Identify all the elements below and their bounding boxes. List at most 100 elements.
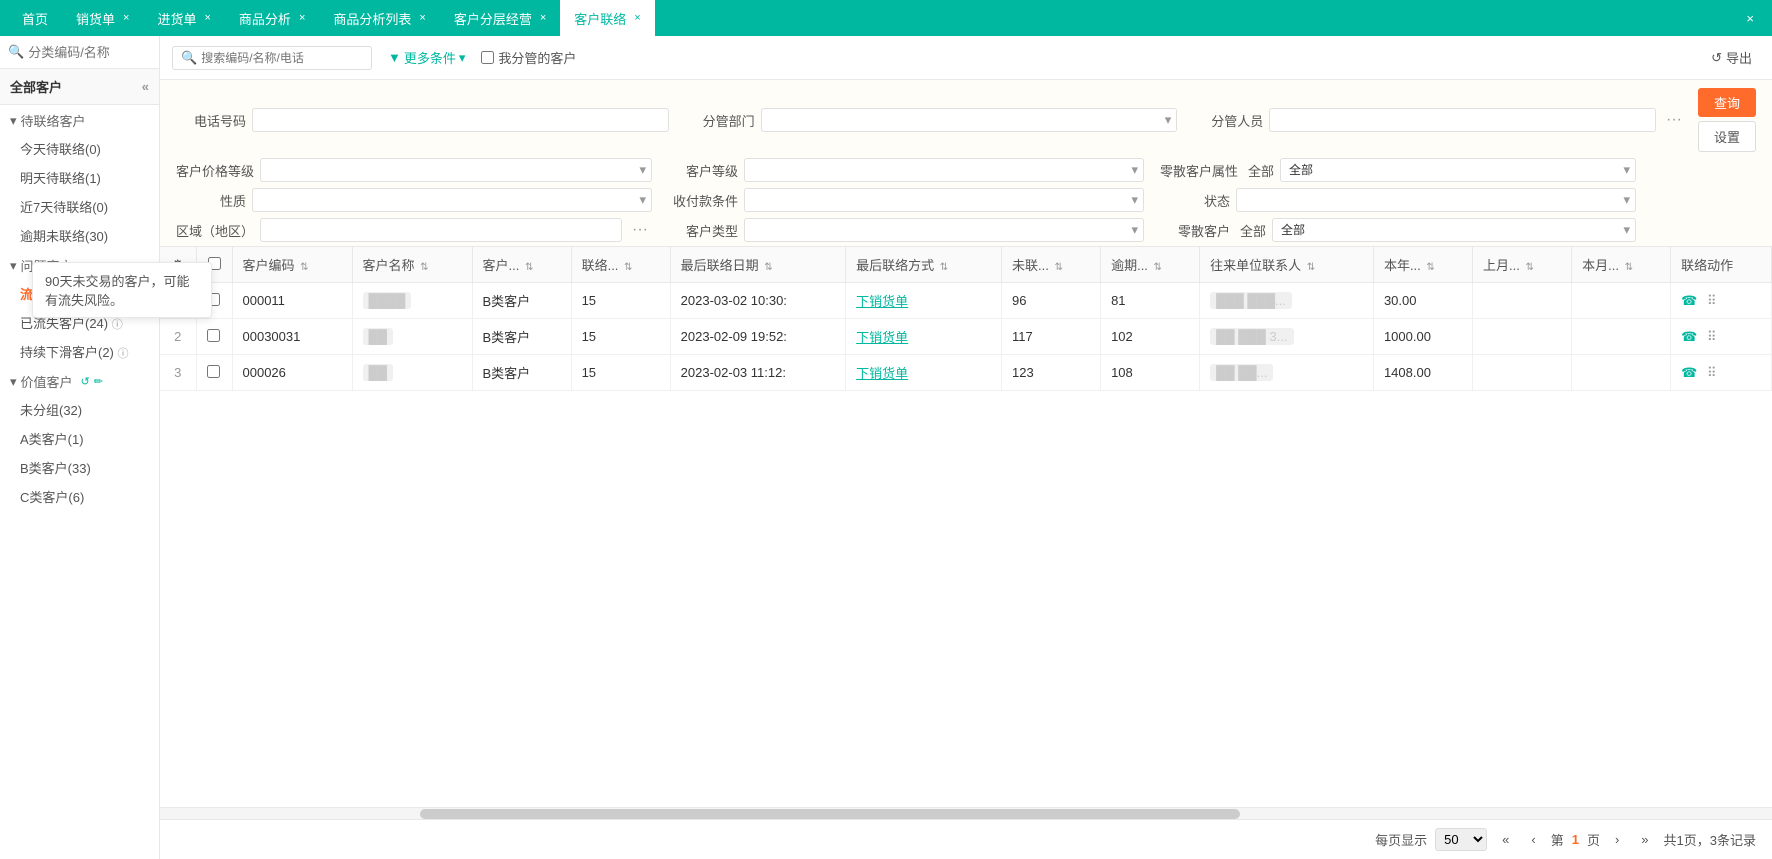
horizontal-scrollbar[interactable] [160,807,1772,819]
td-action-2: ☎ ⠿ [1671,319,1772,355]
footer-page-label: 页 [1587,830,1600,849]
th-person[interactable]: 往来单位联系人 ⇅ [1200,247,1374,283]
action-more-1[interactable]: ⠿ [1707,293,1717,308]
nav-product-analysis[interactable]: 商品分析 × [225,0,319,36]
action-more-2[interactable]: ⠿ [1707,329,1717,344]
sidebar-search-input[interactable] [28,45,151,60]
td-overdue-1: 81 [1101,283,1200,319]
filter-payment-select[interactable] [744,188,1144,212]
th-code[interactable]: 客户编码 ⇅ [232,247,352,283]
nav-sales-close[interactable]: × [123,12,129,24]
nav-product-analysis-list-close[interactable]: × [419,12,425,24]
sidebar-item-b-class[interactable]: B类客户(33) [0,453,159,482]
filter-payment-select-wrap: ▾ [744,188,1144,212]
filter-person-input[interactable] [1269,108,1656,132]
sidebar-section-pending[interactable]: ▾ 待联络客户 [0,105,159,134]
sidebar-item-tomorrow[interactable]: 明天待联络(1) [0,163,159,192]
th-type[interactable]: 客户... ⇅ [472,247,571,283]
person-blur-3: ██ ██... [1210,364,1273,381]
filter-nature-select[interactable] [252,188,652,212]
th-last-month[interactable]: 上月... ⇅ [1473,247,1572,283]
filter-status-select[interactable] [1236,188,1636,212]
filter-more-btn[interactable]: ▼ 更多条件 ▾ [380,44,473,71]
td-uncontacted-3: 123 [1002,355,1101,391]
nav-sales[interactable]: 销货单 × [62,0,143,36]
td-last-month-1 [1473,283,1572,319]
td-contact-1: 15 [571,283,670,319]
last-method-link-1[interactable]: 下销货单 [856,294,908,309]
filter-scattered-attr-select[interactable]: 全部 [1280,158,1636,182]
filter-region-more[interactable]: ··· [628,221,652,239]
search-input[interactable] [201,51,351,65]
th-name[interactable]: 客户名称 ⇅ [352,247,472,283]
nav-purchase-close[interactable]: × [204,12,210,24]
sidebar-item-declining[interactable]: 持续下滑客户(2) ⓘ [0,337,159,366]
scrollbar-thumb[interactable] [420,809,1240,819]
th-this-month[interactable]: 本月... ⇅ [1572,247,1671,283]
action-call-3[interactable]: ☎ [1681,365,1697,380]
prev-page-btn[interactable]: ‹ [1524,829,1542,850]
last-method-link-2[interactable]: 下销货单 [856,330,908,345]
nav-home[interactable]: 首页 [8,0,62,36]
th-uncontacted[interactable]: 未联... ⇅ [1002,247,1101,283]
filter-customer-type-select[interactable] [744,218,1144,242]
filter-scattered-select[interactable]: 全部 [1272,218,1636,242]
first-page-btn[interactable]: « [1495,829,1516,850]
my-customers-checkbox[interactable] [481,51,494,64]
sidebar-item-c-class[interactable]: C类客户(6) [0,482,159,511]
th-last-method[interactable]: 最后联络方式 ⇅ [846,247,1002,283]
last-method-link-3[interactable]: 下销货单 [856,366,908,381]
nav-customer-layer[interactable]: 客户分层经营 × [440,0,560,36]
sidebar-item-a-class[interactable]: A类客户(1) [0,424,159,453]
sort-uncontacted-icon: ⇅ [1054,262,1062,273]
filter-scattered-value: 全部 [1240,221,1266,240]
sidebar-item-today[interactable]: 今天待联络(0) [0,134,159,163]
sidebar-item-ungroup[interactable]: 未分组(32) [0,395,159,424]
settings-btn[interactable]: 设置 [1698,121,1756,152]
filter-customer-type-select-wrap: ▾ [744,218,1144,242]
action-more-3[interactable]: ⠿ [1707,365,1717,380]
value-refresh-icon[interactable]: ↺ [81,375,90,388]
action-call-1[interactable]: ☎ [1681,293,1697,308]
filter-customer-level-label: 客户等级 [668,161,738,180]
td-last-date-3: 2023-02-03 11:12: [670,355,845,391]
export-btn[interactable]: ↺ 导出 [1703,44,1760,71]
filter-phone-input[interactable] [252,108,669,132]
filter-region-input[interactable] [260,218,622,242]
my-customers-checkbox-label[interactable]: 我分管的客户 [481,48,576,67]
filter-person-more[interactable]: ··· [1662,111,1686,129]
sidebar-item-overdue[interactable]: 逾期未联络(30) [0,221,159,250]
filter-customer-type: 客户类型 ▾ [668,218,1144,242]
footer-per-page-select[interactable]: 50 100 200 [1435,828,1487,851]
query-btn[interactable]: 查询 [1698,88,1756,117]
nav-product-analysis-close[interactable]: × [299,12,305,24]
next-page-btn[interactable]: › [1608,829,1626,850]
row3-checkbox[interactable] [207,365,220,378]
sidebar-section-value[interactable]: ▾ 价值客户 ↺ ✏ [0,366,159,395]
th-action: 联络动作 [1671,247,1772,283]
th-contact[interactable]: 联络... ⇅ [571,247,670,283]
td-uncontacted-1: 96 [1002,283,1101,319]
nav-customer-contact[interactable]: 客户联络 × [560,0,654,36]
filter-customer-level-select[interactable] [744,158,1144,182]
sidebar-collapse-icon[interactable]: « [142,79,149,94]
close-all-tabs[interactable]: × [1736,7,1764,30]
table-row: 3 000026 ██ B类客户 15 2023-02-03 11:12: 下销… [160,355,1772,391]
last-page-btn[interactable]: » [1634,829,1655,850]
filter-nature: 性质 ▾ [176,188,652,212]
th-overdue[interactable]: 逾期... ⇅ [1101,247,1200,283]
content-area: 🔍 ▼ 更多条件 ▾ 我分管的客户 ↺ 导出 电话号码 [160,36,1772,859]
sidebar-item-week[interactable]: 近7天待联络(0) [0,192,159,221]
filter-dept-select[interactable] [761,108,1178,132]
action-call-2[interactable]: ☎ [1681,329,1697,344]
nav-customer-contact-close[interactable]: × [634,12,640,24]
nav-purchase[interactable]: 进货单 × [143,0,224,36]
value-edit-icon[interactable]: ✏ [94,375,103,388]
row2-checkbox[interactable] [207,329,220,342]
nav-product-analysis-list[interactable]: 商品分析列表 × [319,0,439,36]
th-this-year[interactable]: 本年... ⇅ [1373,247,1472,283]
th-last-date[interactable]: 最后联络日期 ⇅ [670,247,845,283]
sidebar: 🔍 全部客户 « ▾ 待联络客户 今天待联络(0) 明天待联络(1) 近7天待联… [0,36,160,859]
filter-price-level-select[interactable] [260,158,652,182]
nav-customer-layer-close[interactable]: × [540,12,546,24]
